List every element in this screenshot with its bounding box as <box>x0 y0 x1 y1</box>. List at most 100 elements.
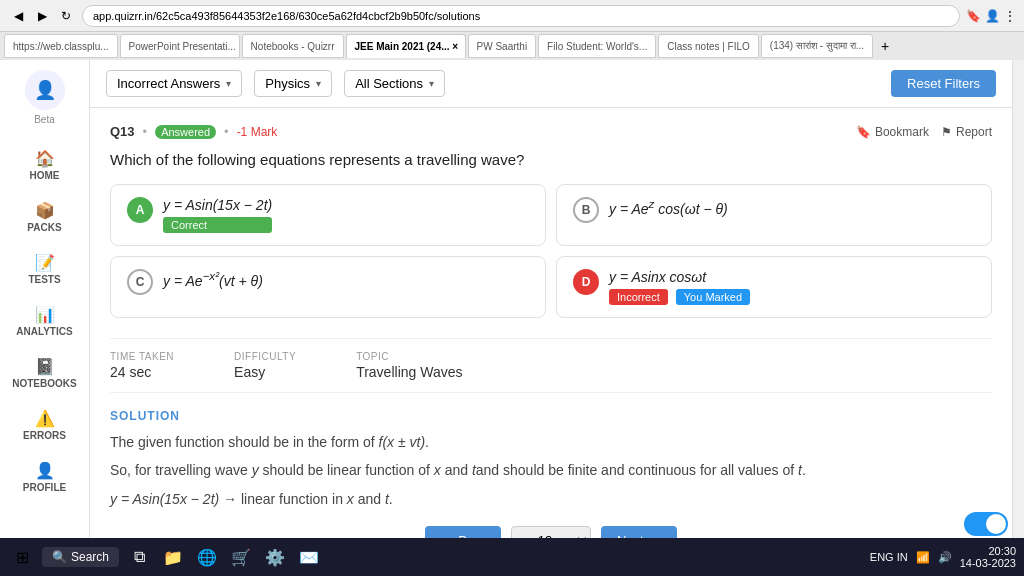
question-number: Q13 <box>110 124 135 139</box>
store-icon[interactable]: 🛒 <box>227 543 255 571</box>
sidebar-label-errors: ERRORS <box>23 430 66 441</box>
tab-6[interactable]: Class notes | FILO <box>658 34 759 58</box>
scrollbar[interactable] <box>1012 60 1024 576</box>
tab-0[interactable]: https://web.classplu... <box>4 34 118 58</box>
option-b-letter: B <box>573 197 599 223</box>
tab-2[interactable]: Notebooks - Quizrr <box>242 34 344 58</box>
option-c-letter: C <box>127 269 153 295</box>
taskbar-right: ENG IN 📶 🔊 20:30 14-03-2023 <box>870 545 1016 569</box>
filter-bar: Incorrect Answers ▾ Physics ▾ All Sectio… <box>90 60 1012 108</box>
time-value: 24 sec <box>110 364 174 380</box>
dot-separator-2: • <box>224 124 229 139</box>
errors-icon: ⚠️ <box>35 409 55 428</box>
search-icon: 🔍 <box>52 550 67 564</box>
beta-label: Beta <box>34 114 55 125</box>
volume-icon: 🔊 <box>938 551 952 564</box>
filter-incorrect-answers[interactable]: Incorrect Answers ▾ <box>106 70 242 97</box>
tests-icon: 📝 <box>35 253 55 272</box>
option-a-formula: y = Asin(15x − 2t) <box>163 197 272 213</box>
report-icon: ⚑ <box>941 125 952 139</box>
analytics-icon: 📊 <box>35 305 55 324</box>
mail-icon[interactable]: ✉️ <box>295 543 323 571</box>
sidebar-item-home[interactable]: 🏠 HOME <box>5 141 85 189</box>
solution-line2: So, for travelling wave y should be line… <box>110 459 992 481</box>
options-grid: A y = Asin(15x − 2t) Correct B y = Aez c… <box>110 184 992 318</box>
notebooks-icon: 📓 <box>35 357 55 376</box>
option-a[interactable]: A y = Asin(15x − 2t) Correct <box>110 184 546 246</box>
sidebar-item-tests[interactable]: 📝 TESTS <box>5 245 85 293</box>
option-a-content: y = Asin(15x − 2t) Correct <box>163 197 272 233</box>
new-tab-button[interactable]: + <box>875 36 895 56</box>
bookmark-button[interactable]: 🔖 Bookmark <box>856 125 929 139</box>
time-display: 20:30 <box>960 545 1016 557</box>
lang-label: ENG IN <box>870 551 908 563</box>
sidebar-item-analytics[interactable]: 📊 ANALYTICS <box>5 297 85 345</box>
filter-physics[interactable]: Physics ▾ <box>254 70 332 97</box>
reset-filters-button[interactable]: Reset Filters <box>891 70 996 97</box>
chevron-down-icon-1: ▾ <box>226 78 231 89</box>
tab-1[interactable]: PowerPoint Presentati... <box>120 34 240 58</box>
mark-badge: -1 Mark <box>237 125 278 139</box>
option-a-letter: A <box>127 197 153 223</box>
sidebar-label-packs: PACKS <box>27 222 61 233</box>
topic-label: TOPIC <box>356 351 462 362</box>
bookmark-icon: 🔖 <box>856 125 871 139</box>
question-actions: 🔖 Bookmark ⚑ Report <box>856 125 992 139</box>
sidebar-item-errors[interactable]: ⚠️ ERRORS <box>5 401 85 449</box>
report-button[interactable]: ⚑ Report <box>941 125 992 139</box>
tab-3[interactable]: JEE Main 2021 (24... × <box>346 34 466 58</box>
home-icon: 🏠 <box>35 149 55 168</box>
tab-7[interactable]: (134) सारांश - सुदामा रा... <box>761 34 873 58</box>
option-c-formula: y = Ae−x²(vt + θ) <box>163 269 263 289</box>
sidebar: 👤 Beta 🏠 HOME 📦 PACKS 📝 TESTS 📊 ANALYTIC… <box>0 60 90 576</box>
sidebar-item-profile[interactable]: 👤 PROFILE <box>5 453 85 501</box>
stat-difficulty: DIFFICULTY Easy <box>234 351 296 380</box>
tab-4[interactable]: PW Saarthi <box>468 34 537 58</box>
tab-5[interactable]: Filo Student: World's... <box>538 34 656 58</box>
taskview-icon[interactable]: ⧉ <box>125 543 153 571</box>
url-text: app.quizrr.in/62c5ca493f85644353f2e168/6… <box>93 10 480 22</box>
difficulty-label: DIFFICULTY <box>234 351 296 362</box>
sidebar-item-packs[interactable]: 📦 PACKS <box>5 193 85 241</box>
extensions-icon: 🔖 <box>966 9 981 23</box>
option-b[interactable]: B y = Aez cos(ωt − θ) <box>556 184 992 246</box>
option-d-content: y = Asinx cosωt Incorrect You Marked <box>609 269 750 305</box>
option-c-content: y = Ae−x²(vt + θ) <box>163 269 263 289</box>
sidebar-item-notebooks[interactable]: 📓 NOTEBOOKS <box>5 349 85 397</box>
stat-time: TIME TAKEN 24 sec <box>110 351 174 380</box>
option-c[interactable]: C y = Ae−x²(vt + θ) <box>110 256 546 318</box>
back-button[interactable]: ◀ <box>8 6 28 26</box>
address-bar[interactable]: app.quizrr.in/62c5ca493f85644353f2e168/6… <box>82 5 960 27</box>
search-label: Search <box>71 550 109 564</box>
option-d-formula: y = Asinx cosωt <box>609 269 750 285</box>
option-d-incorrect-badge: Incorrect <box>609 289 668 305</box>
solution-line1: The given function should be in the form… <box>110 431 992 453</box>
forward-button[interactable]: ▶ <box>32 6 52 26</box>
clock: 20:30 14-03-2023 <box>960 545 1016 569</box>
menu-icon: ⋮ <box>1004 9 1016 23</box>
option-b-content: y = Aez cos(ωt − θ) <box>609 197 728 217</box>
toggle-switch[interactable] <box>964 512 1008 536</box>
question-meta: Q13 • Answered • -1 Mark <box>110 124 277 139</box>
sidebar-label-notebooks: NOTEBOOKS <box>12 378 76 389</box>
filter-label-3: All Sections <box>355 76 423 91</box>
settings-icon[interactable]: ⚙️ <box>261 543 289 571</box>
search-bar[interactable]: 🔍 Search <box>42 547 119 567</box>
packs-icon: 📦 <box>35 201 55 220</box>
filter-label-2: Physics <box>265 76 310 91</box>
question-header: Q13 • Answered • -1 Mark 🔖 Bookmark ⚑ Re… <box>110 124 992 139</box>
explorer-icon[interactable]: 📁 <box>159 543 187 571</box>
chevron-down-icon-2: ▾ <box>316 78 321 89</box>
windows-icon[interactable]: ⊞ <box>8 543 36 571</box>
refresh-button[interactable]: ↻ <box>56 6 76 26</box>
bookmark-label: Bookmark <box>875 125 929 139</box>
filter-all-sections[interactable]: All Sections ▾ <box>344 70 445 97</box>
topic-value: Travelling Waves <box>356 364 462 380</box>
filter-label-1: Incorrect Answers <box>117 76 220 91</box>
taskbar: ⊞ 🔍 Search ⧉ 📁 🌐 🛒 ⚙️ ✉️ ENG IN 📶 🔊 20:3… <box>0 538 1024 576</box>
sidebar-label-tests: TESTS <box>28 274 60 285</box>
chevron-down-icon-3: ▾ <box>429 78 434 89</box>
option-d[interactable]: D y = Asinx cosωt Incorrect You Marked <box>556 256 992 318</box>
chrome-icon[interactable]: 🌐 <box>193 543 221 571</box>
option-b-formula: y = Aez cos(ωt − θ) <box>609 197 728 217</box>
